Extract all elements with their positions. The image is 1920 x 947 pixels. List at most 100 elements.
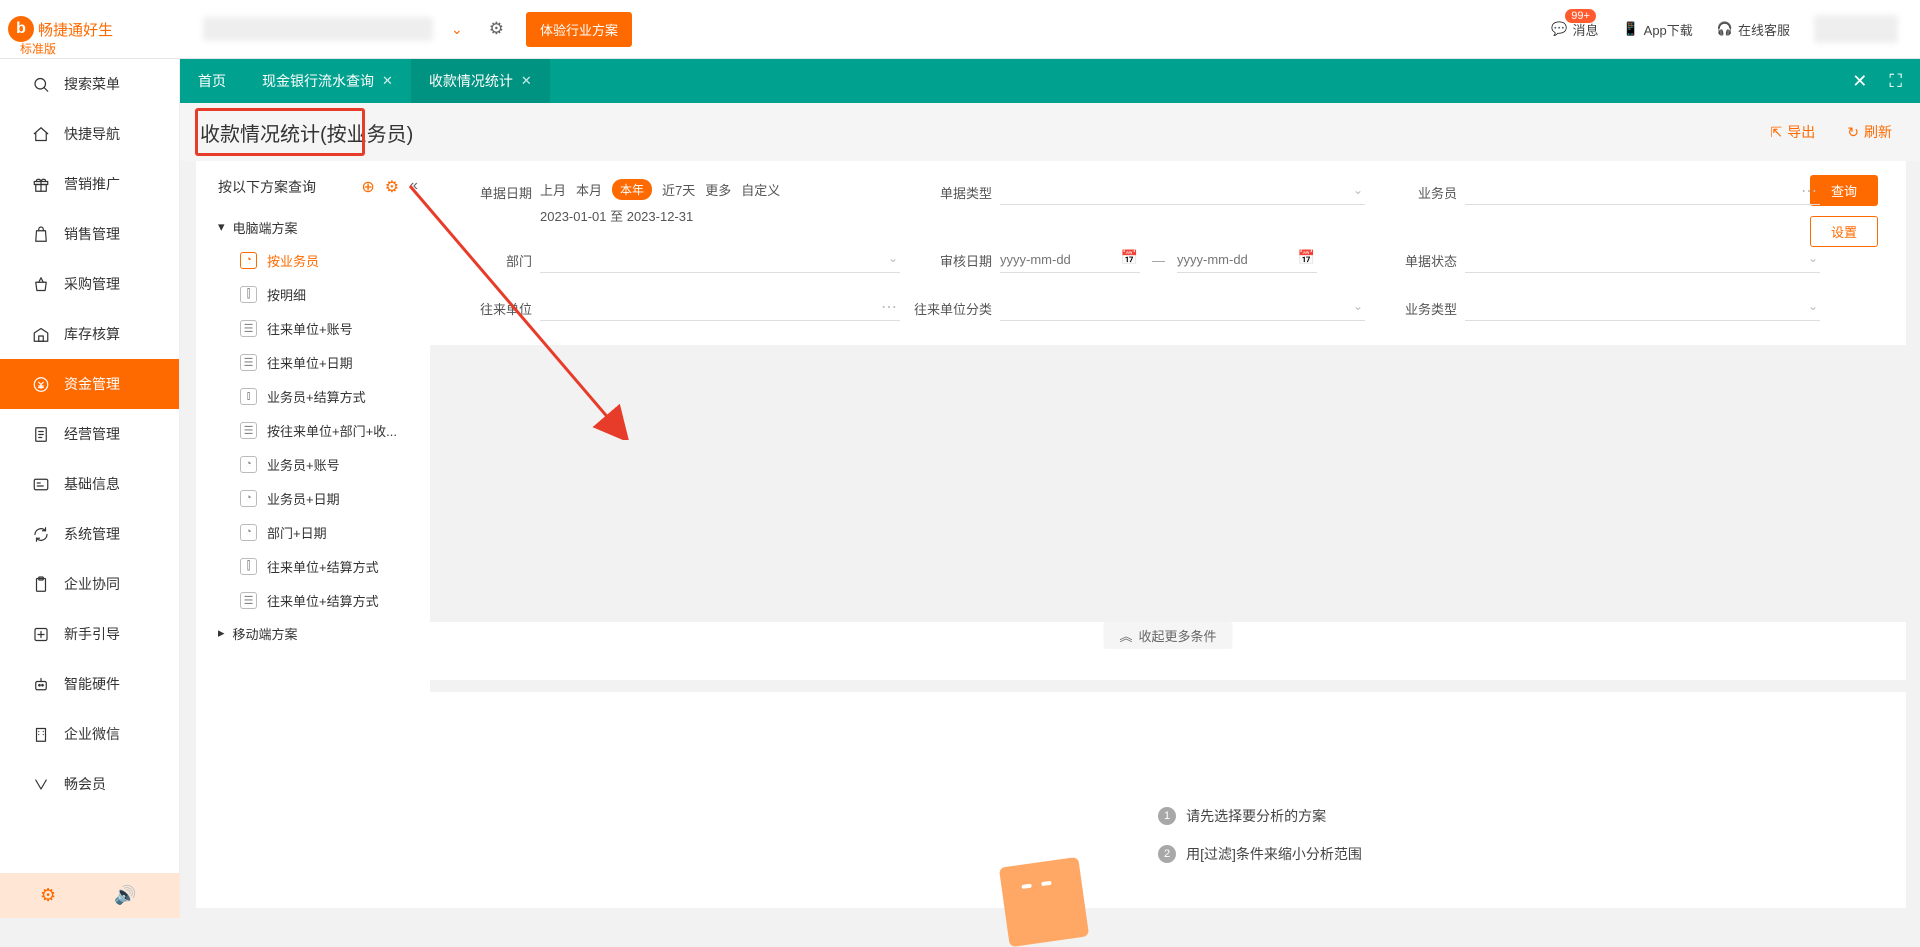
tab-home[interactable]: 首页	[180, 59, 244, 103]
dept-select[interactable]	[540, 247, 900, 273]
search-icon	[32, 75, 50, 93]
tab-receipts[interactable]: 收款情况统计✕	[411, 59, 550, 103]
list-icon: ☰	[240, 320, 257, 337]
date-tab-thismonth[interactable]: 本月	[576, 180, 602, 199]
sidebar-item-quicknav[interactable]: 快捷导航	[0, 109, 179, 159]
close-all-icon[interactable]: ✕	[1852, 71, 1867, 92]
sidebar-item-label: 基础信息	[64, 474, 120, 494]
settings-button[interactable]: 设置	[1810, 216, 1878, 247]
doc-type-select[interactable]	[1000, 179, 1365, 205]
scheme-settings-icon[interactable]: ⚙	[385, 177, 399, 197]
date-tab-custom[interactable]: 自定义	[741, 180, 780, 199]
scheme-item[interactable]: ☰往来单位+账号	[196, 311, 430, 345]
date-tab-more[interactable]: 更多	[705, 180, 731, 199]
sidebar-item-member[interactable]: 畅会员	[0, 759, 179, 809]
scheme-item[interactable]: ☰往来单位+日期	[196, 345, 430, 379]
scheme-item[interactable]: ◔业务员+账号	[196, 447, 430, 481]
refresh-link[interactable]: ↻刷新	[1847, 122, 1892, 142]
collapse-filters-button[interactable]: ︽ 收起更多条件	[1103, 622, 1232, 649]
filter-label: 单据状态	[1365, 247, 1465, 270]
scheme-item[interactable]: ◔按业务员	[196, 243, 430, 277]
scheme-item[interactable]: ⫿往来单位+结算方式	[196, 549, 430, 583]
org-selector-blurred[interactable]	[203, 17, 433, 41]
industry-cta-button[interactable]: 体验行业方案	[526, 12, 632, 47]
scheme-item[interactable]: ◔业务员+日期	[196, 481, 430, 515]
tab-label: 现金银行流水查询	[262, 71, 374, 91]
sidebar-item-label: 系统管理	[64, 524, 120, 544]
audit-date-to[interactable]	[1177, 247, 1317, 273]
scheme-group-mobile[interactable]: ▸移动端方案	[196, 617, 430, 649]
sidebar-item-business[interactable]: 经营管理	[0, 409, 179, 459]
sidebar-item-marketing[interactable]: 营销推广	[0, 159, 179, 209]
sidebar-item-system[interactable]: 系统管理	[0, 509, 179, 559]
collapse-panel-icon[interactable]: «	[409, 177, 418, 197]
filter-label: 审核日期	[900, 247, 1000, 270]
sidebar-item-purchase[interactable]: 采购管理	[0, 259, 179, 309]
close-icon[interactable]: ✕	[521, 73, 532, 89]
close-icon[interactable]: ✕	[382, 73, 393, 89]
scheme-title: 按以下方案查询	[218, 177, 316, 197]
sidebar-item-label: 搜索菜单	[64, 74, 120, 94]
sidebar-item-funds[interactable]: 资金管理	[0, 359, 179, 409]
footer-sound-icon[interactable]: 🔊	[114, 885, 136, 906]
date-tab-thisyear[interactable]: 本年	[612, 179, 652, 200]
sidebar-item-sales[interactable]: 销售管理	[0, 209, 179, 259]
partner-cat-select[interactable]	[1000, 295, 1365, 321]
filter-label: 单据日期	[440, 179, 540, 202]
collapse-region: ︽ 收起更多条件	[430, 622, 1906, 680]
date-tab-7days[interactable]: 近7天	[662, 180, 695, 199]
sidebar-item-label: 库存核算	[64, 324, 120, 344]
sidebar-item-guide[interactable]: 新手引导	[0, 609, 179, 659]
partner-input[interactable]	[540, 295, 900, 321]
export-icon: ⇱	[1771, 124, 1783, 141]
sidebar-item-inventory[interactable]: 库存核算	[0, 309, 179, 359]
scheme-item[interactable]: ⫾业务员+结算方式	[196, 379, 430, 413]
group-label: 移动端方案	[233, 624, 298, 643]
scheme-item[interactable]: ⫿按明细	[196, 277, 430, 311]
footer-gear-icon[interactable]: ⚙	[40, 885, 56, 906]
page-actions: ⇱导出 ↻刷新	[1771, 122, 1920, 142]
filter-label: 业务类型	[1365, 295, 1465, 318]
clock-icon: ◔	[240, 252, 257, 269]
download-link[interactable]: 📱 App下载	[1622, 20, 1692, 39]
add-scheme-icon[interactable]: ⊕	[361, 177, 374, 197]
sidebar-item-search[interactable]: 搜索菜单	[0, 59, 179, 109]
scheme-item-label: 业务员+账号	[267, 455, 340, 474]
sidebar-item-label: 经营管理	[64, 424, 120, 444]
scheme-item-label: 按明细	[267, 285, 306, 304]
messages-link[interactable]: 💬 消息 99+	[1551, 20, 1598, 39]
sidebar-item-label: 销售管理	[64, 224, 120, 244]
user-avatar-blurred[interactable]	[1814, 15, 1898, 43]
sidebar-item-label: 智能硬件	[64, 674, 120, 694]
org-chevron-icon[interactable]: ⌄	[451, 21, 463, 38]
chat-icon: 💬	[1551, 21, 1567, 37]
warehouse-icon	[32, 325, 50, 343]
fullscreen-icon[interactable]: ⛶	[1889, 71, 1902, 92]
step-number-icon: 1	[1158, 807, 1176, 825]
doc-status-select[interactable]	[1465, 247, 1820, 273]
scheme-item[interactable]: ☰往来单位+结算方式	[196, 583, 430, 617]
sidebar-footer: ⚙ 🔊	[0, 873, 180, 918]
tab-label: 首页	[198, 71, 226, 91]
sidebar-item-collab[interactable]: 企业协同	[0, 559, 179, 609]
support-link[interactable]: 🎧 在线客服	[1717, 20, 1790, 39]
sidebar-item-wechat[interactable]: 企业微信	[0, 709, 179, 759]
tab-cashflow[interactable]: 现金银行流水查询 ✕	[244, 59, 411, 103]
agent-input[interactable]	[1465, 179, 1820, 205]
scheme-item[interactable]: ◔部门+日期	[196, 515, 430, 549]
settings-gear-icon[interactable]: ⚙	[489, 19, 504, 39]
sidebar-item-label: 畅会员	[64, 774, 106, 794]
scheme-item[interactable]: ☰按往来单位+部门+收...	[196, 413, 430, 447]
sidebar-item-hardware[interactable]: 智能硬件	[0, 659, 179, 709]
step-number-icon: 2	[1158, 845, 1176, 863]
empty-step-2: 2用[过滤]条件来缩小分析范围	[1158, 844, 1362, 864]
scheme-group-pc[interactable]: ▾电脑端方案	[196, 211, 430, 243]
export-link[interactable]: ⇱导出	[1771, 122, 1816, 142]
audit-date-from[interactable]	[1000, 247, 1140, 273]
sidebar-item-basedata[interactable]: 基础信息	[0, 459, 179, 509]
query-button[interactable]: 查询	[1810, 175, 1878, 206]
filter-buttons: 查询 设置	[1810, 175, 1878, 247]
empty-state: 1请先选择要分析的方案 2用[过滤]条件来缩小分析范围	[430, 692, 1906, 908]
biz-type-select[interactable]	[1465, 295, 1820, 321]
date-tab-lastmonth[interactable]: 上月	[540, 180, 566, 199]
